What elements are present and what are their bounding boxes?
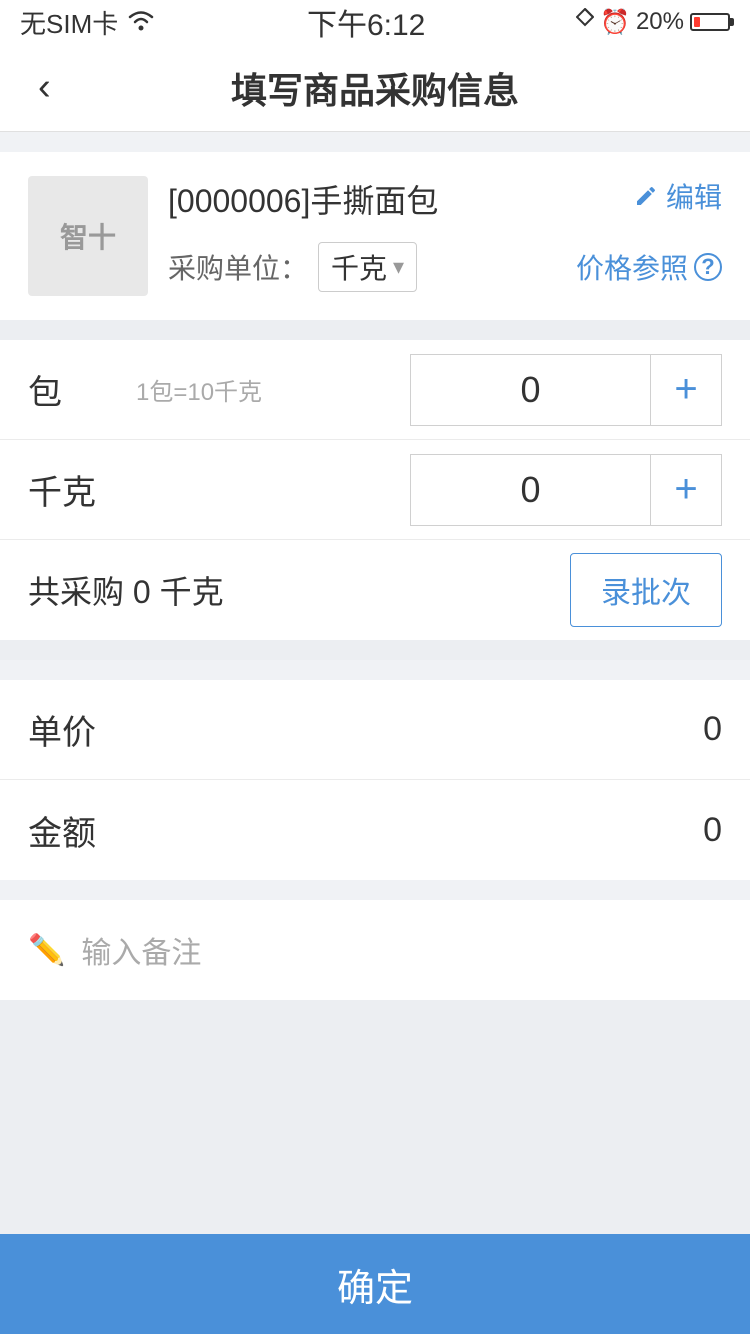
product-image: 智十 bbox=[28, 176, 148, 296]
status-bar-left: 无SIM卡 bbox=[20, 4, 156, 41]
kg-plus-button[interactable]: + bbox=[650, 454, 722, 526]
remarks-section[interactable]: ✏️ 输入备注 bbox=[0, 900, 750, 1000]
unit-value: 千克 bbox=[331, 247, 387, 287]
product-card: 智十 [0000006]手撕面包 编辑 采购单位： 千克 ▾ 价格参照 ? bbox=[0, 152, 750, 320]
unit-select[interactable]: 千克 ▾ bbox=[318, 242, 417, 292]
unit-price-value: 0 bbox=[703, 710, 722, 749]
product-name: [0000006]手撕面包 bbox=[168, 176, 634, 222]
amount-label: 金额 bbox=[28, 806, 96, 855]
product-logo: 智十 bbox=[60, 216, 116, 256]
kg-input-control: + bbox=[410, 454, 722, 526]
bag-input-control: + bbox=[410, 354, 722, 426]
status-bar-right: ⏰ 20% bbox=[576, 8, 730, 37]
section-divider-1 bbox=[0, 320, 750, 340]
section-divider-2 bbox=[0, 640, 750, 660]
pencil-icon: ✏️ bbox=[28, 933, 65, 968]
bag-plus-button[interactable]: + bbox=[650, 354, 722, 426]
input-section: 包 1包=10千克 + 千克 + bbox=[0, 340, 750, 540]
info-icon: ? bbox=[694, 253, 722, 281]
kg-input-row: 千克 + bbox=[0, 440, 750, 540]
remarks-placeholder: 输入备注 bbox=[81, 928, 201, 972]
bag-sublabel: 1包=10千克 bbox=[136, 372, 262, 407]
battery-icon bbox=[690, 13, 730, 31]
location-icon bbox=[576, 8, 594, 37]
edit-label: 编辑 bbox=[666, 176, 722, 216]
amount-row: 金额 0 bbox=[0, 780, 750, 880]
alarm-icon: ⏰ bbox=[600, 8, 630, 37]
bag-qty-input[interactable] bbox=[410, 354, 650, 426]
purchase-unit-label: 采购单位： bbox=[168, 247, 308, 287]
price-ref-label: 价格参照 bbox=[576, 247, 688, 287]
plus-icon: + bbox=[674, 367, 697, 412]
kg-label: 千克 bbox=[28, 465, 128, 514]
dropdown-arrow: ▾ bbox=[393, 254, 404, 280]
status-bar: 无SIM卡 下午6:12 ⏰ 20% bbox=[0, 0, 750, 44]
edit-button[interactable]: 编辑 bbox=[634, 176, 722, 216]
product-info: [0000006]手撕面包 编辑 采购单位： 千克 ▾ 价格参照 ? bbox=[168, 176, 722, 292]
plus-icon-2: + bbox=[674, 467, 697, 512]
carrier-label: 无SIM卡 bbox=[20, 4, 118, 41]
nav-bar: ‹ 填写商品采购信息 bbox=[0, 44, 750, 132]
price-ref-button[interactable]: 价格参照 ? bbox=[576, 247, 722, 287]
unit-price-row: 单价 0 bbox=[0, 680, 750, 780]
kg-qty-input[interactable] bbox=[410, 454, 650, 526]
battery-pct: 20% bbox=[636, 8, 684, 36]
page-title: 填写商品采购信息 bbox=[231, 62, 519, 114]
status-bar-time: 下午6:12 bbox=[307, 0, 425, 44]
price-section: 单价 0 金额 0 bbox=[0, 680, 750, 880]
bag-input-row: 包 1包=10千克 + bbox=[0, 340, 750, 440]
amount-value: 0 bbox=[703, 811, 722, 850]
bag-label: 包 bbox=[28, 365, 128, 414]
confirm-button[interactable]: 确定 bbox=[0, 1234, 750, 1334]
wifi-icon bbox=[126, 7, 156, 38]
unit-price-label: 单价 bbox=[28, 705, 96, 754]
record-batch-button[interactable]: 录批次 bbox=[570, 553, 722, 627]
summary-row: 共采购 0 千克 录批次 bbox=[0, 540, 750, 640]
summary-text: 共采购 0 千克 bbox=[28, 567, 224, 613]
back-button[interactable]: ‹ bbox=[28, 56, 61, 119]
